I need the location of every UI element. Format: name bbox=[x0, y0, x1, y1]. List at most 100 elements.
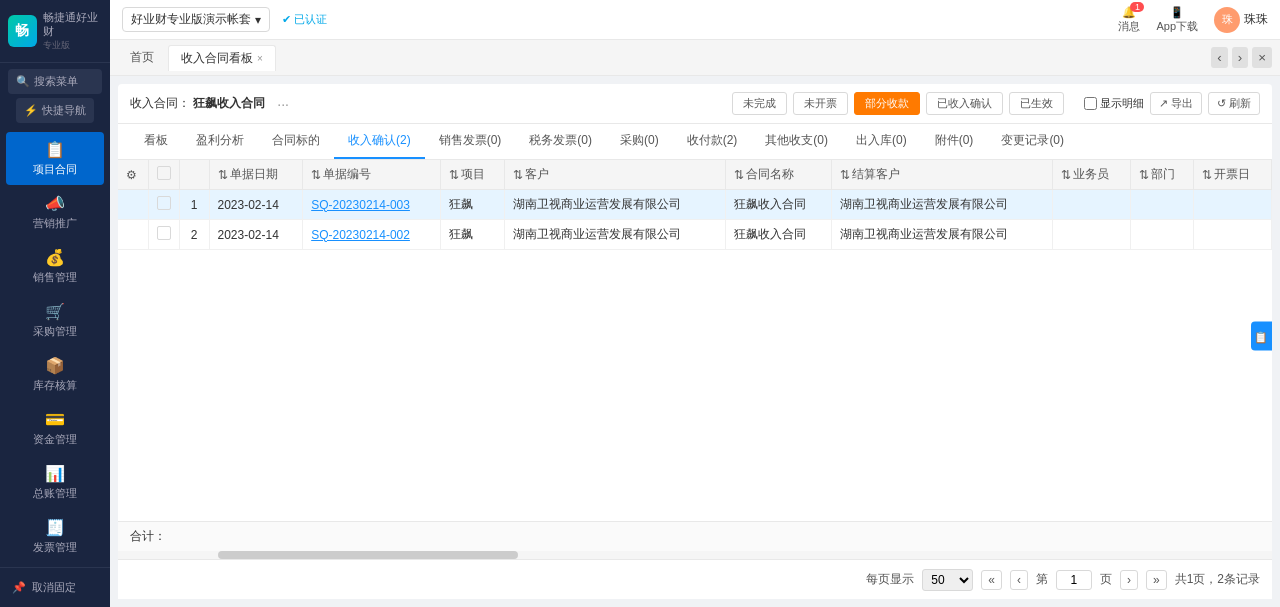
sidebar-item-inventory[interactable]: 📦 库存核算 bbox=[6, 348, 104, 401]
sidebar-item-sales[interactable]: 💰 销售管理 bbox=[6, 240, 104, 293]
tab-close-btn[interactable]: × bbox=[1252, 47, 1272, 68]
topbar: 好业财专业版演示帐套 ▾ ✔ 已认证 🔔 1 消息 📱 App下载 珠 珠珠 bbox=[110, 0, 1280, 40]
status-btn-0[interactable]: 未完成 bbox=[732, 92, 787, 115]
row-customer-1: 湖南卫视商业运营发展有限公司 bbox=[504, 220, 725, 250]
col-project-header[interactable]: ⇅项目 bbox=[441, 160, 504, 190]
row-code-link-0[interactable]: SQ-20230214-003 bbox=[311, 198, 410, 212]
status-btn-3[interactable]: 已收入确认 bbox=[926, 92, 1003, 115]
last-page-btn[interactable]: » bbox=[1146, 570, 1167, 590]
row-project-0: 狂飙 bbox=[441, 190, 504, 220]
refresh-label: 刷新 bbox=[1229, 96, 1251, 111]
subtab-7[interactable]: 收付款(2) bbox=[673, 124, 752, 159]
subtab-4[interactable]: 销售发票(0) bbox=[425, 124, 516, 159]
prev-page-btn[interactable]: ‹ bbox=[1010, 570, 1028, 590]
content-header: 收入合同： 狂飙收入合同 ··· 未完成未开票部分收款已收入确认已生效 显示明细… bbox=[118, 84, 1272, 124]
right-annotation-btn[interactable]: 📋 bbox=[1251, 321, 1272, 350]
sidebar-label-inventory: 库存核算 bbox=[33, 378, 77, 393]
tab-next-btn[interactable]: › bbox=[1232, 47, 1248, 68]
row-check-1[interactable] bbox=[148, 220, 179, 250]
sidebar-item-project[interactable]: 📋 项目合同 bbox=[6, 132, 104, 185]
subtab-2[interactable]: 合同标的 bbox=[258, 124, 334, 159]
row-code-link-1[interactable]: SQ-20230214-002 bbox=[311, 228, 410, 242]
message-btn[interactable]: 🔔 1 消息 bbox=[1118, 6, 1140, 34]
sidebar-item-capital[interactable]: 💳 资金管理 bbox=[6, 402, 104, 455]
per-page-select[interactable]: 50 100 200 bbox=[922, 569, 973, 591]
sidebar-label-project: 项目合同 bbox=[33, 162, 77, 177]
export-btn[interactable]: ↗ 导出 bbox=[1150, 92, 1202, 115]
table-row[interactable]: 1 2023-02-14 SQ-20230214-003 狂飙 湖南卫视商业运营… bbox=[118, 190, 1272, 220]
row-code-0[interactable]: SQ-20230214-003 bbox=[303, 190, 441, 220]
sidebar: 畅 畅捷通好业财 专业版 🔍 搜索菜单 ⚡ 快捷导航 📋 项目合同 📣 营销推广… bbox=[0, 0, 110, 607]
search-menu-input[interactable]: 🔍 搜索菜单 bbox=[8, 69, 102, 94]
col-salesperson-header[interactable]: ⇅业务员 bbox=[1053, 160, 1131, 190]
sidebar-item-invoice[interactable]: 🧾 发票管理 bbox=[6, 510, 104, 563]
status-btn-1[interactable]: 未开票 bbox=[793, 92, 848, 115]
tab-prev-btn[interactable]: ‹ bbox=[1211, 47, 1227, 68]
col-customer-header[interactable]: ⇅客户 bbox=[504, 160, 725, 190]
status-btn-4[interactable]: 已生效 bbox=[1009, 92, 1064, 115]
col-code-header[interactable]: ⇅单据编号 bbox=[303, 160, 441, 190]
sidebar-label-marketing: 营销推广 bbox=[33, 216, 77, 231]
per-page-label: 每页显示 bbox=[866, 571, 914, 588]
row-num-0: 1 bbox=[179, 190, 209, 220]
tab-contract-board[interactable]: 收入合同看板 × bbox=[168, 45, 276, 71]
first-page-btn[interactable]: « bbox=[981, 570, 1002, 590]
company-select[interactable]: 好业财专业版演示帐套 ▾ bbox=[122, 7, 270, 32]
status-btn-2[interactable]: 部分收款 bbox=[854, 92, 920, 115]
subtab-0[interactable]: 看板 bbox=[130, 124, 182, 159]
next-page-btn[interactable]: › bbox=[1120, 570, 1138, 590]
salesperson-sort-icon: ⇅ bbox=[1061, 168, 1071, 182]
col-check-all[interactable] bbox=[148, 160, 179, 190]
col-date-header[interactable]: ⇅单据日期 bbox=[209, 160, 303, 190]
col-opendate-header[interactable]: ⇅开票日 bbox=[1194, 160, 1272, 190]
quick-nav-btn[interactable]: ⚡ 快捷导航 bbox=[0, 96, 110, 131]
refresh-btn[interactable]: ↺ 刷新 bbox=[1208, 92, 1260, 115]
tab-home[interactable]: 首页 bbox=[118, 45, 166, 70]
sidebar-icon-capital: 💳 bbox=[45, 410, 65, 429]
subtab-9[interactable]: 出入库(0) bbox=[842, 124, 921, 159]
col-settlement-header[interactable]: ⇅结算客户 bbox=[832, 160, 1053, 190]
row-salesperson-0 bbox=[1053, 190, 1131, 220]
quick-nav-button[interactable]: ⚡ 快捷导航 bbox=[16, 98, 94, 123]
col-setting[interactable]: ⚙ bbox=[118, 160, 148, 190]
refresh-icon: ↺ bbox=[1217, 97, 1226, 110]
pagination: 每页显示 50 100 200 « ‹ 第 页 › » 共1页，2条记录 bbox=[118, 559, 1272, 599]
col-contract-header[interactable]: ⇅合同名称 bbox=[725, 160, 831, 190]
code-sort-icon: ⇅ bbox=[311, 168, 321, 182]
check-all-box[interactable] bbox=[157, 166, 171, 180]
sidebar-icon-general: 📊 bbox=[45, 464, 65, 483]
logo-text: 畅捷通好业财 bbox=[43, 10, 102, 39]
row-checkbox-1[interactable] bbox=[157, 226, 171, 240]
horizontal-scrollbar[interactable] bbox=[118, 551, 1272, 559]
tab-close-icon[interactable]: × bbox=[257, 53, 263, 64]
search-menu-btn[interactable]: 🔍 搜索菜单 bbox=[0, 63, 110, 96]
settlement-sort-icon: ⇅ bbox=[840, 168, 850, 182]
col-dept-header[interactable]: ⇅部门 bbox=[1130, 160, 1193, 190]
table-row[interactable]: 2 2023-02-14 SQ-20230214-002 狂飙 湖南卫视商业运营… bbox=[118, 220, 1272, 250]
row-checkbox-0[interactable] bbox=[157, 196, 171, 210]
total-info: 共1页，2条记录 bbox=[1175, 571, 1260, 588]
row-check-0[interactable] bbox=[148, 190, 179, 220]
row-code-1[interactable]: SQ-20230214-002 bbox=[303, 220, 441, 250]
subtab-3[interactable]: 收入确认(2) bbox=[334, 124, 425, 159]
sidebar-item-purchase[interactable]: 🛒 采购管理 bbox=[6, 294, 104, 347]
more-options-btn[interactable]: ··· bbox=[277, 96, 289, 112]
subtab-5[interactable]: 税务发票(0) bbox=[515, 124, 606, 159]
app-download-btn[interactable]: 📱 App下载 bbox=[1156, 6, 1198, 34]
show-detail-checkbox[interactable]: 显示明细 bbox=[1084, 92, 1144, 115]
subtab-11[interactable]: 变更记录(0) bbox=[987, 124, 1078, 159]
sidebar-item-marketing[interactable]: 📣 营销推广 bbox=[6, 186, 104, 239]
sidebar-pin-btn[interactable]: 📌 取消固定 bbox=[8, 576, 102, 599]
sidebar-item-general[interactable]: 📊 总账管理 bbox=[6, 456, 104, 509]
sidebar-label-invoice: 发票管理 bbox=[33, 540, 77, 555]
subtab-10[interactable]: 附件(0) bbox=[921, 124, 988, 159]
data-table-container: ⚙ ⇅单据日期 ⇅单据编号 ⇅项目 bbox=[118, 160, 1272, 521]
page-number-input[interactable] bbox=[1056, 570, 1092, 590]
user-profile-btn[interactable]: 珠 珠珠 bbox=[1214, 7, 1268, 33]
scrollbar-thumb[interactable] bbox=[218, 551, 518, 559]
subtab-1[interactable]: 盈利分析 bbox=[182, 124, 258, 159]
check-icon: ✔ bbox=[282, 13, 291, 26]
detail-check-input[interactable] bbox=[1084, 97, 1097, 110]
subtab-6[interactable]: 采购(0) bbox=[606, 124, 673, 159]
subtab-8[interactable]: 其他收支(0) bbox=[751, 124, 842, 159]
